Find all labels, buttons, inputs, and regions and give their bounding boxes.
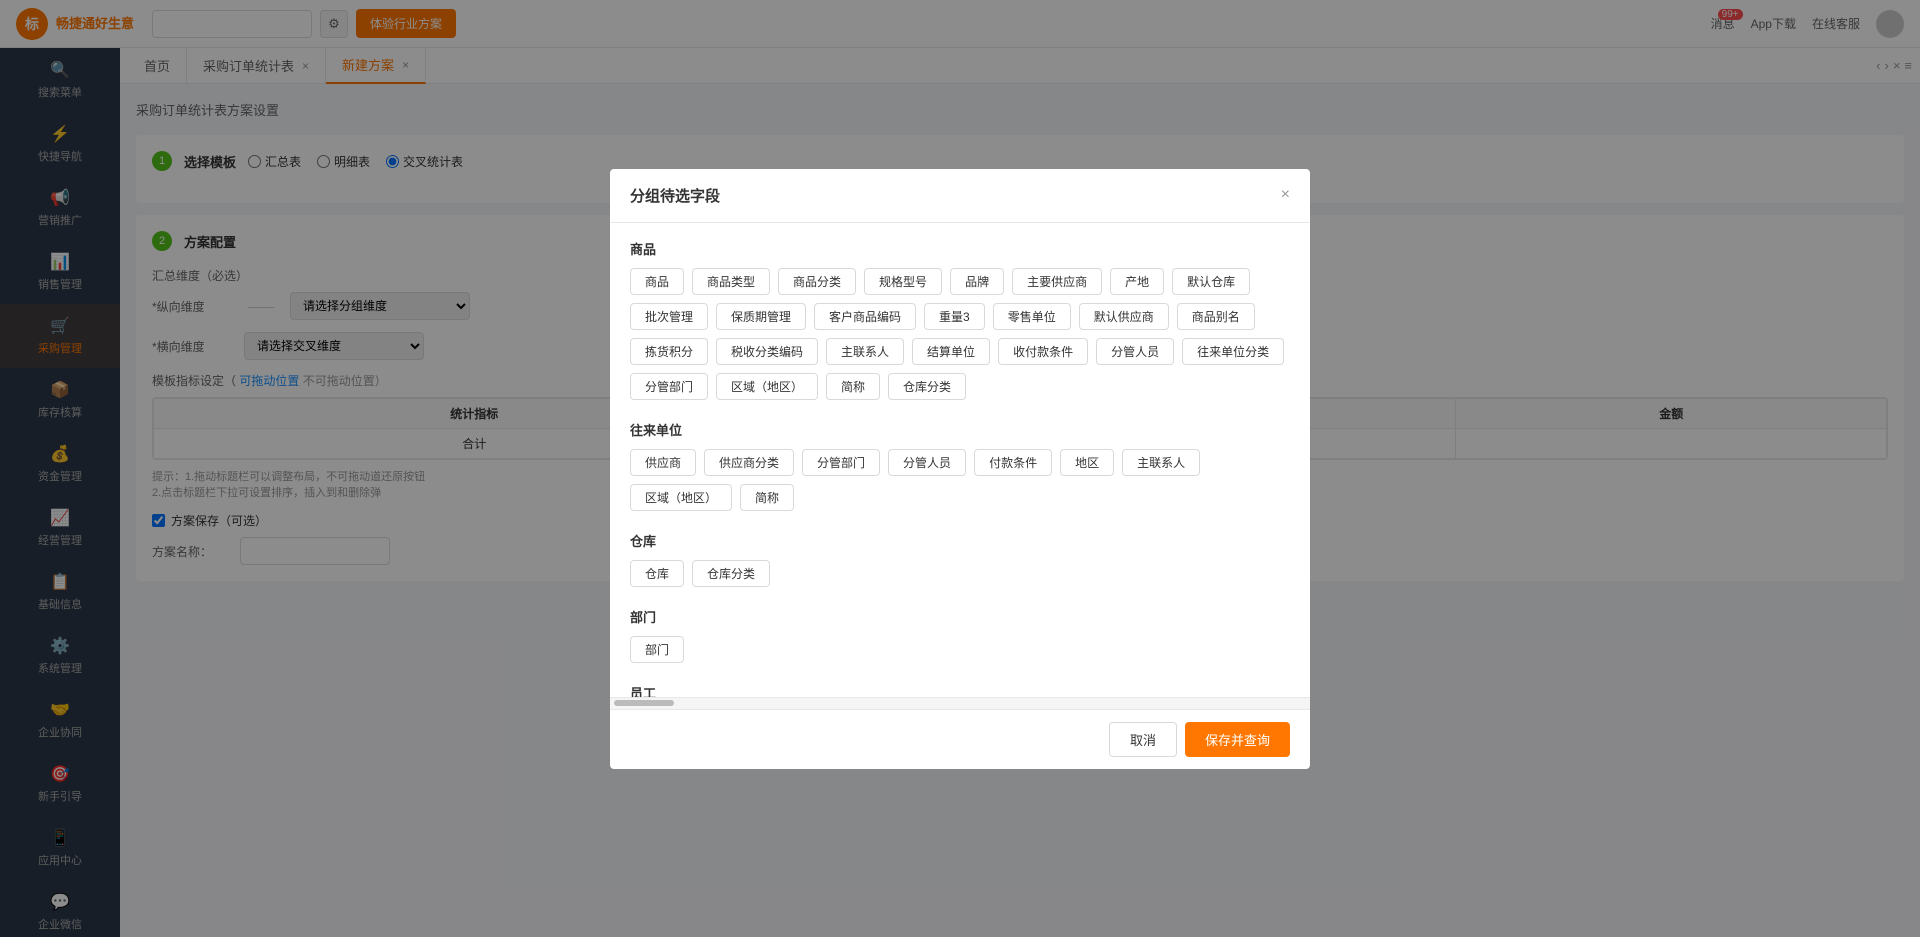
section-product: 商品 商品 商品类型 商品分类 规格型号 品牌 主要供应商 产地 默认仓库 批次… [630,239,1290,400]
section-dept-title: 部门 [630,607,1290,626]
field-tag-manager[interactable]: 分管人员 [1096,338,1174,365]
dialog-cancel-button[interactable]: 取消 [1109,722,1177,757]
dialog-body: 商品 商品 商品类型 商品分类 规格型号 品牌 主要供应商 产地 默认仓库 批次… [610,223,1310,697]
dialog-title: 分组待选字段 [630,185,720,206]
field-tag-payment-terms[interactable]: 收付款条件 [998,338,1088,365]
field-tag-dept-managed[interactable]: 分管部门 [630,373,708,400]
field-tag-supplier[interactable]: 供应商 [630,449,696,476]
field-tag-main-contact[interactable]: 主联系人 [826,338,904,365]
field-tag-warehouse-category[interactable]: 仓库分类 [888,373,966,400]
dialog-hscrollbar[interactable] [610,697,1310,709]
dialog-overlay: 分组待选字段 × 商品 商品 商品类型 商品分类 规格型号 品牌 主要供应商 产… [0,0,1920,937]
field-tag-product-alias[interactable]: 商品别名 [1177,303,1255,330]
field-tag-dept[interactable]: 部门 [630,636,684,663]
section-warehouse-title: 仓库 [630,531,1290,550]
field-tag-region-product[interactable]: 区域（地区） [716,373,818,400]
field-tag-warehouse[interactable]: 仓库 [630,560,684,587]
field-tag-default-supplier[interactable]: 默认供应商 [1079,303,1169,330]
section-product-title: 商品 [630,239,1290,258]
section-warehouse: 仓库 仓库 仓库分类 [630,531,1290,587]
field-tag-product-category[interactable]: 商品分类 [778,268,856,295]
field-tag-default-warehouse[interactable]: 默认仓库 [1172,268,1250,295]
section-partner: 往来单位 供应商 供应商分类 分管部门 分管人员 付款条件 地区 主联系人 区域… [630,420,1290,511]
field-tag-warehouse-cat[interactable]: 仓库分类 [692,560,770,587]
field-tag-contact-partner[interactable]: 主联系人 [1122,449,1200,476]
field-tag-payment-condition[interactable]: 付款条件 [974,449,1052,476]
dialog-footer: 取消 保存并查询 [610,709,1310,769]
dialog-confirm-button[interactable]: 保存并查询 [1185,722,1290,757]
section-dept: 部门 部门 [630,607,1290,663]
field-tag-partner-category[interactable]: 往来单位分类 [1182,338,1284,365]
field-tag-product[interactable]: 商品 [630,268,684,295]
field-tag-spec-model[interactable]: 规格型号 [864,268,942,295]
warehouse-field-tags: 仓库 仓库分类 [630,560,1290,587]
field-tag-abbr-product[interactable]: 简称 [826,373,880,400]
field-tag-main-supplier[interactable]: 主要供应商 [1012,268,1102,295]
dialog-header: 分组待选字段 × [610,169,1310,223]
field-tag-tax-code[interactable]: 税收分类编码 [716,338,818,365]
section-partner-title: 往来单位 [630,420,1290,439]
field-tag-abbr-partner[interactable]: 简称 [740,484,794,511]
field-tag-manager-partner[interactable]: 分管人员 [888,449,966,476]
field-tag-pick-points[interactable]: 拣货积分 [630,338,708,365]
section-employee-title: 员工 [630,683,1290,697]
field-tag-quality-mgmt[interactable]: 保质期管理 [716,303,806,330]
field-tag-settlement-unit[interactable]: 结算单位 [912,338,990,365]
hscroll-thumb[interactable] [614,700,674,706]
field-tag-dept-partner[interactable]: 分管部门 [802,449,880,476]
field-tag-supplier-category[interactable]: 供应商分类 [704,449,794,476]
field-tag-region2-partner[interactable]: 区域（地区） [630,484,732,511]
field-tag-brand[interactable]: 品牌 [950,268,1004,295]
field-tag-customer-code[interactable]: 客户商品编码 [814,303,916,330]
field-tag-batch-mgmt[interactable]: 批次管理 [630,303,708,330]
section-employee: 员工 业务员 [630,683,1290,697]
field-tag-retail-unit[interactable]: 零售单位 [993,303,1071,330]
product-field-tags: 商品 商品类型 商品分类 规格型号 品牌 主要供应商 产地 默认仓库 批次管理 … [630,268,1290,400]
field-tag-region-partner[interactable]: 地区 [1060,449,1114,476]
dialog-close-button[interactable]: × [1281,186,1290,204]
field-tag-origin[interactable]: 产地 [1110,268,1164,295]
field-select-dialog: 分组待选字段 × 商品 商品 商品类型 商品分类 规格型号 品牌 主要供应商 产… [610,169,1310,769]
dept-field-tags: 部门 [630,636,1290,663]
field-tag-product-type[interactable]: 商品类型 [692,268,770,295]
field-tag-weight[interactable]: 重量3 [924,303,985,330]
partner-field-tags: 供应商 供应商分类 分管部门 分管人员 付款条件 地区 主联系人 区域（地区） … [630,449,1290,511]
